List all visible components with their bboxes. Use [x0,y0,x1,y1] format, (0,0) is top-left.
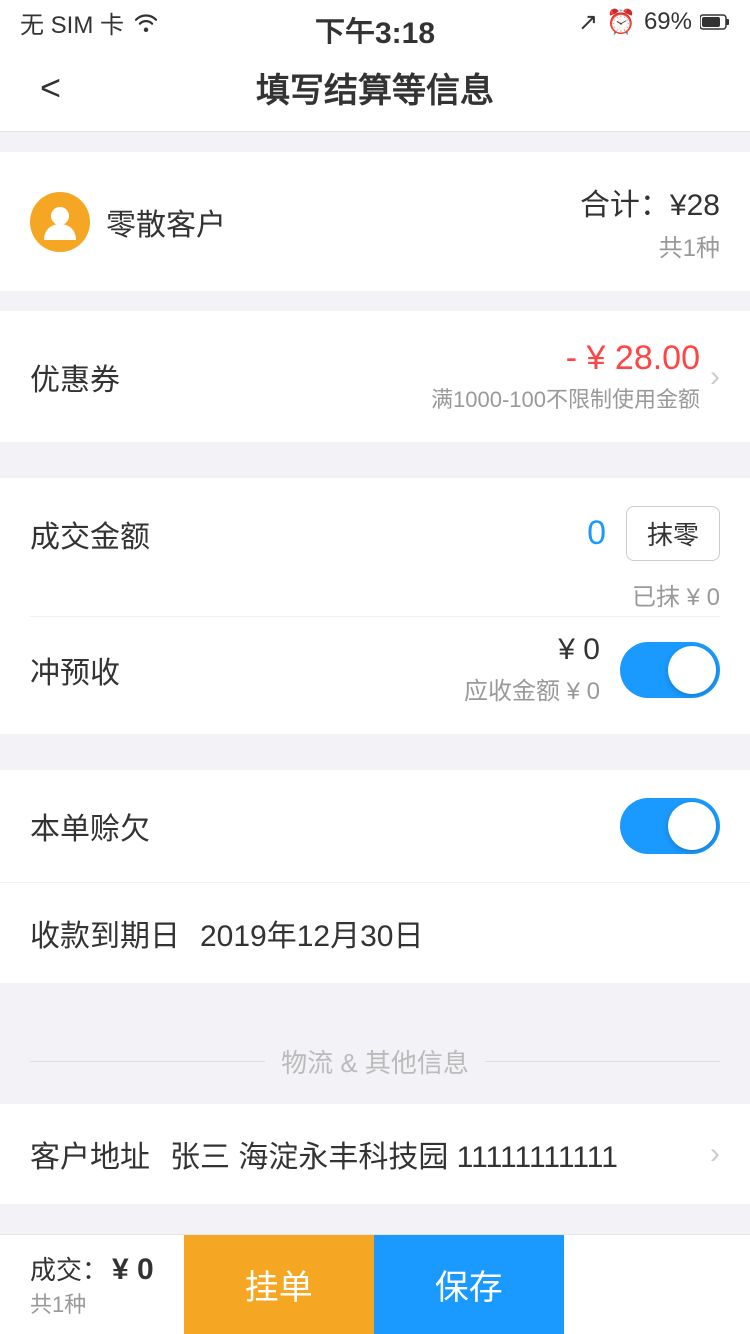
customer-avatar [30,192,90,252]
bottom-bar: 成交： ¥ 0 共1种 挂单 保存 [0,1234,750,1334]
prereceive-amount-block: ¥ 0 应收金额 ¥ 0 [464,633,600,706]
total-amount: 合计：¥28 [580,180,720,224]
customer-section: 零散客户 合计：¥28 共1种 [0,152,750,291]
due-date-section: 收款到期日 2019年12月30日 [0,882,750,983]
deal-amount: 0 [587,514,606,553]
bottom-deal-block: 成交： ¥ 0 共1种 [30,1250,154,1319]
debt-toggle[interactable] [620,798,720,854]
coupon-right: - ¥ 28.00 满1000-100不限制使用金额 › [431,339,720,414]
deal-label: 成交金额 [30,512,150,556]
logistics-divider: 物流 & 其他信息 [30,1043,720,1080]
bottom-deal-label: 成交： [30,1250,108,1287]
divider-1 [0,442,750,458]
logistics-label: 物流 & 其他信息 [281,1043,469,1080]
status-left: 无 SIM 卡 [20,5,160,40]
prereceive-row: 冲预收 ¥ 0 应收金额 ¥ 0 [30,616,720,706]
due-date-label: 收款到期日 [30,911,180,955]
status-bar: 无 SIM 卡 下午3:18 ↗ ⏰ 69% [0,0,750,44]
address-section[interactable]: 客户地址 张三 海淀永丰科技园 11111111111 › [0,1104,750,1204]
toggle-knob [668,646,716,694]
location-icon: ↗ [578,8,598,37]
prereceive-sub: 应收金额 ¥ 0 [464,671,600,706]
user-icon [40,202,80,242]
prereceive-amount: ¥ 0 [464,633,600,667]
customer-total: 合计：¥28 共1种 [580,180,720,263]
nav-title: 填写结算等信息 [256,63,494,112]
due-date-row: 收款到期日 2019年12月30日 [30,911,720,955]
battery-level: 69% [644,8,692,36]
back-button[interactable]: < [30,57,71,119]
wifi-icon [132,12,160,32]
total-count: 共1种 [580,228,720,263]
bottom-deal-amount: ¥ 0 [112,1253,154,1287]
customer-name: 零散客户 [106,200,226,244]
coupon-label: 优惠券 [30,355,120,399]
battery-icon [700,13,730,31]
address-chevron-icon: › [710,1137,720,1171]
debt-section: 本单赊欠 [0,770,750,882]
debt-label: 本单赊欠 [30,804,150,848]
address-label: 客户地址 [30,1132,150,1176]
prereceive-label: 冲预收 [30,648,120,692]
coupon-desc: 满1000-100不限制使用金额 [431,382,700,414]
bottom-count: 共1种 [30,1287,154,1319]
deal-row: 成交金额 0 抹零 [30,506,720,561]
bottom-info: 成交： ¥ 0 共1种 [0,1235,184,1334]
logistics-line-right [485,1061,720,1062]
divider-2 [0,734,750,750]
coupon-discount: - ¥ 28.00 [431,339,700,378]
logistics-line-left [30,1061,265,1062]
due-date-value: 2019年12月30日 [200,911,423,955]
coupon-info: - ¥ 28.00 满1000-100不限制使用金额 [431,339,700,414]
status-right: ↗ ⏰ 69% [578,8,730,37]
prereceive-toggle[interactable] [620,642,720,698]
content: 零散客户 合计：¥28 共1种 优惠券 - ¥ 28.00 满1000-100不… [0,152,750,1324]
address-value: 张三 海淀永丰科技园 11111111111 [170,1132,710,1176]
coupon-section[interactable]: 优惠券 - ¥ 28.00 满1000-100不限制使用金额 › [0,311,750,442]
round-zero-button[interactable]: 抹零 [626,506,720,561]
divider-3 [0,983,750,999]
debt-toggle-knob [668,802,716,850]
nav-bar: < 填写结算等信息 [0,44,750,132]
deal-sub: 已抹 ¥ 0 [30,577,720,612]
deal-right: 0 抹零 [587,506,720,561]
prereceive-right: ¥ 0 应收金额 ¥ 0 [464,633,720,706]
carrier-label: 无 SIM 卡 [20,5,124,40]
hang-button[interactable]: 挂单 [184,1235,374,1334]
chevron-right-icon: › [710,360,720,394]
save-button[interactable]: 保存 [374,1235,564,1334]
alarm-icon: ⏰ [606,8,636,37]
logistics-section: 物流 & 其他信息 [0,1019,750,1104]
deal-section: 成交金额 0 抹零 已抹 ¥ 0 冲预收 ¥ 0 应收金额 ¥ 0 [0,478,750,734]
customer-left: 零散客户 [30,192,226,252]
